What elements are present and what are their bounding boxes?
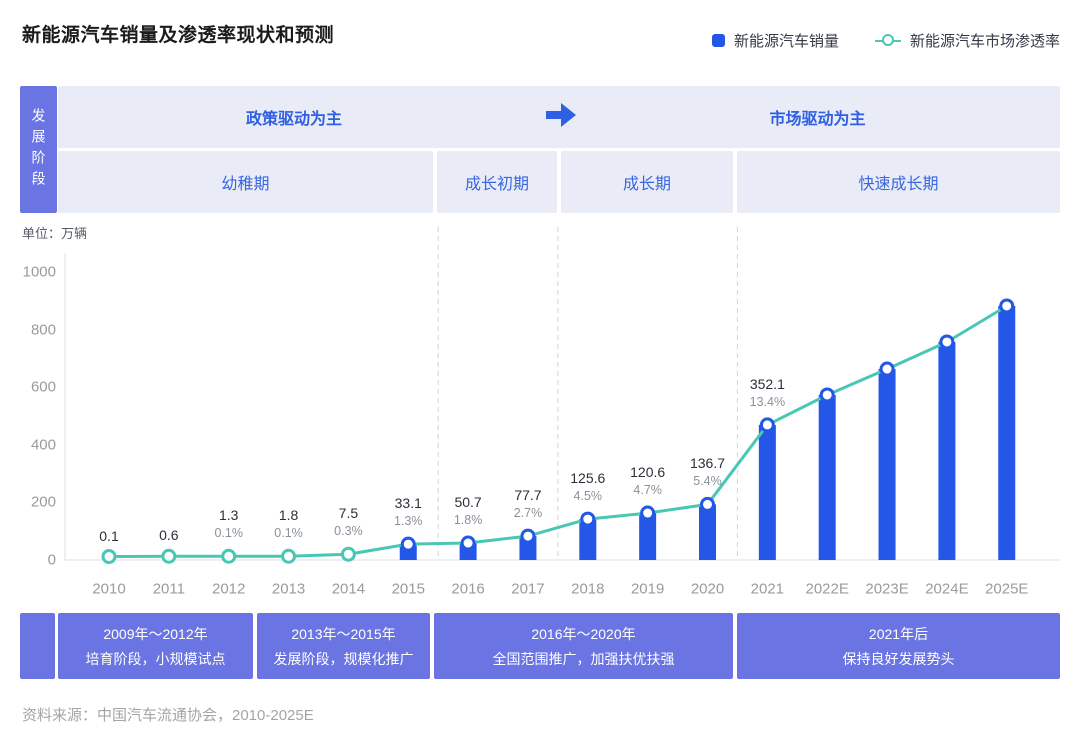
sales-bar-2025E (998, 306, 1015, 560)
line-marker-2012 (223, 550, 235, 562)
timeline-desc: 发展阶段，规模化推广 (274, 649, 414, 669)
data-source-note: 资料来源：中国汽车流通协会，2010-2025E (22, 704, 314, 725)
line-marker-2019 (642, 507, 654, 519)
line-marker-2018 (582, 513, 594, 525)
timeline-desc: 全国范围推广，加强扶优扶强 (493, 649, 675, 669)
sales-bar-2023E (879, 369, 896, 560)
line-marker-2016 (462, 537, 474, 549)
line-marker-2014 (342, 548, 354, 560)
timeline-band-after-2021: 2021年后 保持良好发展势头 (737, 613, 1060, 679)
line-marker-2025E (1001, 300, 1013, 312)
timeline-band-2016-2020: 2016年～2020年 全国范围推广，加强扶优扶强 (434, 613, 733, 679)
timeline-period: 2021年后 (869, 624, 928, 644)
timeline-band-2013-2015: 2013年～2015年 发展阶段，规模化推广 (257, 613, 430, 679)
line-marker-2017 (522, 530, 534, 542)
line-marker-2020 (702, 498, 714, 510)
timeline-desc: 培育阶段，小规模试点 (86, 649, 226, 669)
timeline-band-2009-2012: 2009年～2012年 培育阶段，小规模试点 (58, 613, 253, 679)
line-marker-2011 (163, 550, 175, 562)
timeline-period: 2013年～2015年 (291, 624, 395, 644)
sales-bar-2020 (699, 504, 716, 560)
timeline-desc: 保持良好发展势头 (843, 649, 955, 669)
line-marker-2010 (103, 551, 115, 563)
line-marker-2024E (941, 336, 953, 348)
sales-bar-2022E (819, 395, 836, 560)
timeline-period: 2016年～2020年 (531, 624, 635, 644)
line-marker-2013 (283, 550, 295, 562)
timeline-side-block (20, 613, 55, 679)
sales-bar-2021 (759, 425, 776, 560)
line-marker-2022E (821, 389, 833, 401)
sales-bar-2024E (938, 342, 955, 560)
line-marker-2023E (881, 363, 893, 375)
line-marker-2021 (761, 419, 773, 431)
timeline-period: 2009年～2012年 (103, 624, 207, 644)
line-marker-2015 (402, 538, 414, 550)
